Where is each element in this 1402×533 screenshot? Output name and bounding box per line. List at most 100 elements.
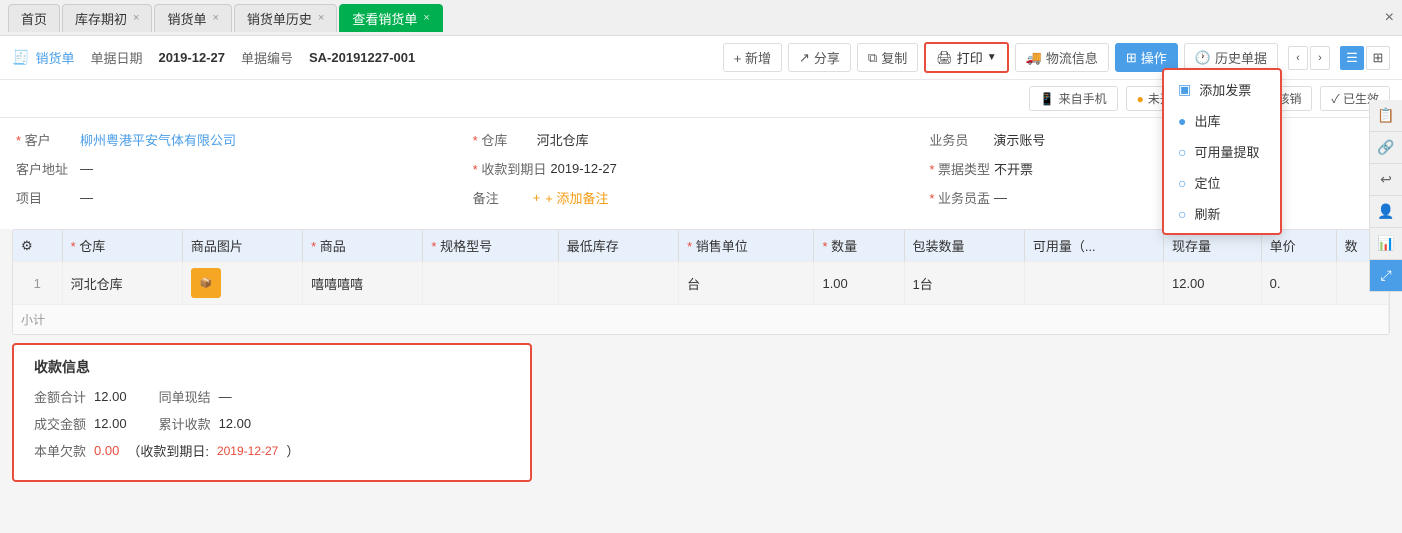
document-title: 🧾 销货单 (12, 48, 74, 67)
locate-icon: ○ (1178, 175, 1186, 191)
col-product: 商品 (303, 230, 423, 262)
salesperson2-label: 业务员盂 (929, 188, 990, 207)
date-label: 单据日期 (90, 48, 142, 67)
row-product: 嘻嘻嘻嘻 (303, 262, 423, 305)
operation-icon: ⊞ (1126, 50, 1137, 66)
project-value: — (80, 190, 93, 205)
tab-home[interactable]: 首页 (8, 4, 60, 32)
settlement-value: — (219, 389, 232, 404)
sales-order-icon: 🧾 (12, 49, 29, 66)
close-tab-sales-order[interactable]: × (212, 12, 218, 24)
toolbar-right: + 新增 ↗ 分享 ⧉ 复制 🖨 打印 ▼ 🚚 物流信息 ⊞ 操作 (723, 42, 1390, 73)
copy-icon: ⧉ (868, 50, 877, 66)
print-icon: 🖨 (936, 50, 953, 66)
payment-row-3: 本单欠款 0.00 （收款到期日: 2019-12-27 ） (34, 441, 510, 460)
row-warehouse: 河北仓库 (62, 262, 182, 305)
ticket-type-value: 不开票 (994, 159, 1033, 178)
dropdown-refresh-label: 刷新 (1194, 204, 1220, 223)
from-mobile-button[interactable]: 📱 来自手机 (1029, 86, 1118, 111)
payment-date-field: 收款到期日 2019-12-27 (473, 159, 930, 178)
dropdown-add-invoice[interactable]: ▣ 添加发票 (1164, 74, 1280, 105)
total-amount-label: 金额合计 (34, 387, 86, 406)
sidebar-return-icon[interactable]: ↩ (1370, 164, 1402, 196)
prev-record-button[interactable]: ‹ (1288, 46, 1308, 70)
sidebar-expand-icon[interactable]: ⤢ (1370, 260, 1402, 292)
row-pack-qty: 1台 (904, 262, 1024, 305)
col-gear: ⚙ (13, 230, 62, 262)
customer-value[interactable]: 柳州粤港平安气体有限公司 (80, 130, 236, 149)
mobile-icon: 📱 (1040, 92, 1055, 106)
sidebar-user-icon[interactable]: 👤 (1370, 196, 1402, 228)
new-button[interactable]: + 新增 (723, 43, 782, 72)
row-index: 1 (13, 262, 62, 305)
transaction-value: 12.00 (94, 416, 127, 431)
close-tab-view-sales-order[interactable]: × (423, 12, 429, 24)
copy-button[interactable]: ⧉ 复制 (857, 43, 918, 72)
col-min-stock: 最低库存 (558, 230, 678, 262)
col-unit: 销售单位 (679, 230, 814, 262)
warehouse-value: 河北仓库 (537, 130, 589, 149)
remark-label: 备注 (473, 188, 533, 207)
window-close-button[interactable]: × (1385, 9, 1394, 27)
share-button[interactable]: ↗ 分享 (788, 43, 851, 72)
print-dropdown-icon: ▼ (987, 52, 997, 63)
list-view-button[interactable]: ☰ (1340, 46, 1364, 70)
address-field: 客户地址 — (16, 159, 473, 178)
balance-date: 2019-12-27 (217, 444, 278, 458)
salesperson2-field: 业务员盂 — (929, 188, 1386, 207)
add-icon: + (533, 190, 541, 205)
add-invoice-icon: ▣ (1178, 81, 1191, 98)
dropdown-locate[interactable]: ○ 定位 (1164, 167, 1280, 198)
dropdown-add-invoice-label: 添加发票 (1199, 80, 1251, 99)
tab-bar: 首页 库存期初 × 销货单 × 销货单历史 × 查看销货单 × × (0, 0, 1402, 36)
close-tab-sales-history[interactable]: × (318, 12, 324, 24)
col-pack-qty: 包装数量 (904, 230, 1024, 262)
salesperson-value: 演示账号 (993, 130, 1045, 149)
ticket-type-field: 票据类型 不开票 (929, 159, 1386, 178)
col-warehouse: 仓库 (62, 230, 182, 262)
row-min-stock (558, 262, 678, 305)
transaction-label: 成交金额 (34, 414, 86, 433)
tab-inventory-init[interactable]: 库存期初 × (62, 4, 152, 32)
balance-value: 0.00 (94, 443, 119, 458)
address-value: — (80, 161, 93, 176)
remark-field: 备注 + + 添加备注 (473, 188, 930, 207)
order-table-container: ⚙ 仓库 商品图片 商品 规格型号 最低库存 销售单位 数量 包装数量 可用量（… (12, 229, 1390, 335)
tab-sales-order[interactable]: 销货单 × (154, 4, 231, 32)
close-tab-inventory-init[interactable]: × (133, 12, 139, 24)
next-record-button[interactable]: › (1310, 46, 1330, 70)
logistics-button[interactable]: 🚚 物流信息 (1015, 43, 1109, 72)
payment-date-value: 2019-12-27 (550, 161, 617, 176)
add-note-button[interactable]: + + 添加备注 (533, 188, 609, 207)
right-sidebar: 📋 🔗 ↩ 👤 📊 ⤢ (1369, 100, 1402, 292)
transaction-item: 成交金额 12.00 (34, 414, 127, 433)
dropdown-available-qty[interactable]: ○ 可用量提取 (1164, 136, 1280, 167)
customer-field: 客户 柳州粤港平安气体有限公司 (16, 130, 473, 149)
sidebar-clipboard-icon[interactable]: 📋 (1370, 100, 1402, 132)
sidebar-link-icon[interactable]: 🔗 (1370, 132, 1402, 164)
project-field: 项目 — (16, 188, 473, 207)
ticket-status-icon: ● (1137, 92, 1144, 106)
settlement-label: 同单现结 (159, 387, 211, 406)
number-label: 单据编号 (241, 48, 293, 67)
product-image: 📦 (191, 268, 221, 298)
history-icon: 🕐 (1195, 50, 1211, 66)
row-unit-price: 0. (1261, 262, 1336, 305)
available-qty-icon: ○ (1178, 144, 1186, 160)
logistics-icon: 🚚 (1026, 50, 1042, 66)
total-amount-item: 金额合计 12.00 (34, 387, 127, 406)
row-available (1024, 262, 1163, 305)
document-info: 单据日期 2019-12-27 单据编号 SA-20191227-001 (90, 48, 415, 67)
dropdown-outbound[interactable]: ● 出库 (1164, 105, 1280, 136)
print-button[interactable]: 🖨 打印 ▼ (924, 42, 1008, 73)
dropdown-refresh[interactable]: ○ 刷新 (1164, 198, 1280, 229)
salesperson-label: 业务员 (929, 130, 989, 149)
grid-view-button[interactable]: ⊞ (1366, 46, 1390, 70)
tab-view-sales-order[interactable]: 查看销货单 × (339, 4, 442, 32)
tab-sales-history[interactable]: 销货单历史 × (234, 4, 337, 32)
sidebar-chart-icon[interactable]: 📊 (1370, 228, 1402, 260)
subtotal-label: 小计 (13, 305, 1389, 335)
payment-row-1: 金额合计 12.00 同单现结 — (34, 387, 510, 406)
balance-end: ） (286, 441, 299, 460)
payment-info-panel: 收款信息 金额合计 12.00 同单现结 — 成交金额 12.00 累计收款 (12, 343, 532, 482)
